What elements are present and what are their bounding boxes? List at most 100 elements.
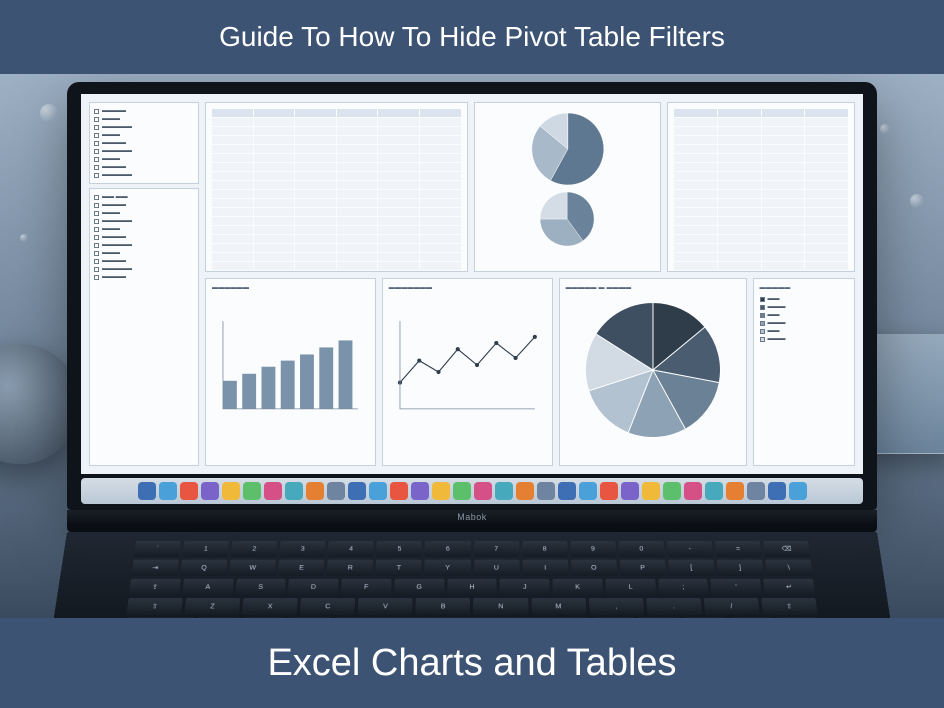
dock-app-icon [558, 482, 576, 500]
dock-app-icon [432, 482, 450, 500]
bubble [20, 234, 28, 242]
dock-app-icon [705, 482, 723, 500]
sidebar-item: ▬▬▬▬▬ [94, 241, 194, 249]
pie-chart-icon [515, 189, 619, 249]
sidebar-item: ▬▬▬ [94, 155, 194, 163]
sidebar-item: ▬▬▬ [94, 209, 194, 217]
keyboard-key: ` [134, 541, 181, 557]
keyboard-key: Y [425, 560, 471, 576]
dock-app-icon [138, 482, 156, 500]
keyboard-key: 0 [618, 541, 664, 557]
keyboard-key: Q [180, 560, 227, 576]
sidebar-block: ▬▬ ▬▬ ▬▬▬▬ ▬▬▬ ▬▬▬▬▬ ▬▬▬ ▬▬▬▬ ▬▬▬▬▬ ▬▬▬ … [89, 188, 199, 466]
legend-item: ▬▬▬ [760, 319, 849, 327]
bottom-banner: Excel Charts and Tables [0, 618, 944, 708]
dock-app-icon [390, 482, 408, 500]
keyboard-key: U [474, 560, 520, 576]
dock-app-icon [579, 482, 597, 500]
sidebar-item: ▬▬▬ [94, 225, 194, 233]
dock-app-icon [768, 482, 786, 500]
dock-app-icon [516, 482, 534, 500]
macos-dock [81, 478, 863, 504]
sidebar-item: ▬▬▬ [94, 249, 194, 257]
sidebar-item: ▬▬▬▬▬ [94, 171, 194, 179]
keyboard-key: ⇧ [761, 598, 818, 615]
dock-app-icon [684, 482, 702, 500]
sidebar-item: ▬▬▬ [94, 131, 194, 139]
segmented-pie-panel: ▬▬▬▬▬ ▬ ▬▬▬▬ [559, 278, 747, 466]
legend-item: ▬▬ [760, 311, 849, 319]
dock-app-icon [495, 482, 513, 500]
dock-app-icon [285, 482, 303, 500]
keyboard-deck: `1234567890-=⌫⇥QWERTYUIOP[]\⇪ASDFGHJKL;'… [47, 532, 897, 618]
dock-app-icon [264, 482, 282, 500]
sidebar-item: ▬▬▬▬▬ [94, 217, 194, 225]
keyboard-key: 1 [182, 541, 229, 557]
panel-header: ▬▬▬▬▬▬ [212, 285, 369, 291]
laptop-hinge: Mabok [67, 510, 877, 532]
keyboard-key: ; [658, 579, 709, 596]
sidebar-item: ▬▬▬▬▬ [94, 147, 194, 155]
dock-app-icon [642, 482, 660, 500]
keyboard-key: C [300, 598, 355, 615]
dock-app-icon [789, 482, 807, 500]
bubble [910, 194, 924, 208]
laptop-brand-text: Mabok [457, 512, 487, 522]
dock-app-icon [327, 482, 345, 500]
keyboard-key: 5 [376, 541, 422, 557]
dock-app-icon [747, 482, 765, 500]
legend-item: ▬▬ [760, 295, 849, 303]
keyboard-key: O [571, 560, 617, 576]
keyboard-key: T [376, 560, 422, 576]
keyboard-key: . [646, 598, 702, 615]
line-chart-panel: ▬▬▬▬▬▬▬ [382, 278, 553, 466]
top-banner: Guide To How To Hide Pivot Table Filters [0, 0, 944, 74]
keyboard-key: 9 [570, 541, 616, 557]
keyboard-key: A [182, 579, 233, 596]
keyboard-key: 3 [279, 541, 325, 557]
keyboard-key: = [715, 541, 762, 557]
keyboard-key: I [522, 560, 568, 576]
sidebar-item: ▬▬▬▬ [94, 139, 194, 147]
keyboard-key: Z [184, 598, 240, 615]
keyboard-key: J [500, 579, 550, 596]
dock-app-icon [726, 482, 744, 500]
dock-app-icon [411, 482, 429, 500]
keyboard-key: K [553, 579, 603, 596]
laptop: ▬▬▬▬ ▬▬▬ ▬▬▬▬▬ ▬▬▬ ▬▬▬▬ ▬▬▬▬▬ ▬▬▬ ▬▬▬▬ ▬… [67, 82, 877, 618]
keyboard-key: X [242, 598, 298, 615]
sidebar-item: ▬▬▬ [94, 115, 194, 123]
dock-app-icon [474, 482, 492, 500]
bubble [880, 124, 890, 134]
keyboard-key: R [327, 560, 373, 576]
sidebar-item: ▬▬▬▬ [94, 233, 194, 241]
keyboard-key: V [358, 598, 413, 615]
bubble [40, 104, 58, 122]
keyboard-key: ] [716, 560, 763, 576]
legend-item: ▬▬▬ [760, 335, 849, 343]
keyboard-key: L [605, 579, 656, 596]
dock-app-icon [348, 482, 366, 500]
spreadsheet-grid [212, 109, 461, 270]
keyboard-key: P [619, 560, 666, 576]
pie-panel-a [474, 102, 662, 272]
sidebar-item: ▬▬▬▬ [94, 163, 194, 171]
sidebar-item: ▬▬▬▬ [94, 273, 194, 281]
keyboard-key: D [288, 579, 339, 596]
bar-chart-panel: ▬▬▬▬▬▬ [205, 278, 376, 466]
pie-chart-icon [566, 295, 740, 445]
sidebar-block: ▬▬▬▬ ▬▬▬ ▬▬▬▬▬ ▬▬▬ ▬▬▬▬ ▬▬▬▬▬ ▬▬▬ ▬▬▬▬ ▬… [89, 102, 199, 184]
keyboard-key: ⇧ [126, 598, 183, 615]
sidebar-item: ▬▬▬▬ [94, 257, 194, 265]
keyboard-key: 2 [231, 541, 278, 557]
keyboard-key: F [341, 579, 391, 596]
dock-app-icon [243, 482, 261, 500]
legend-item: ▬▬ [760, 327, 849, 335]
keyboard-key: \ [765, 560, 813, 576]
dock-app-icon [537, 482, 555, 500]
keyboard-key: ↵ [763, 579, 815, 596]
keyboard-key: - [667, 541, 714, 557]
keyboard-key: 8 [522, 541, 568, 557]
keyboard-key: , [588, 598, 643, 615]
keyboard-key: / [703, 598, 759, 615]
